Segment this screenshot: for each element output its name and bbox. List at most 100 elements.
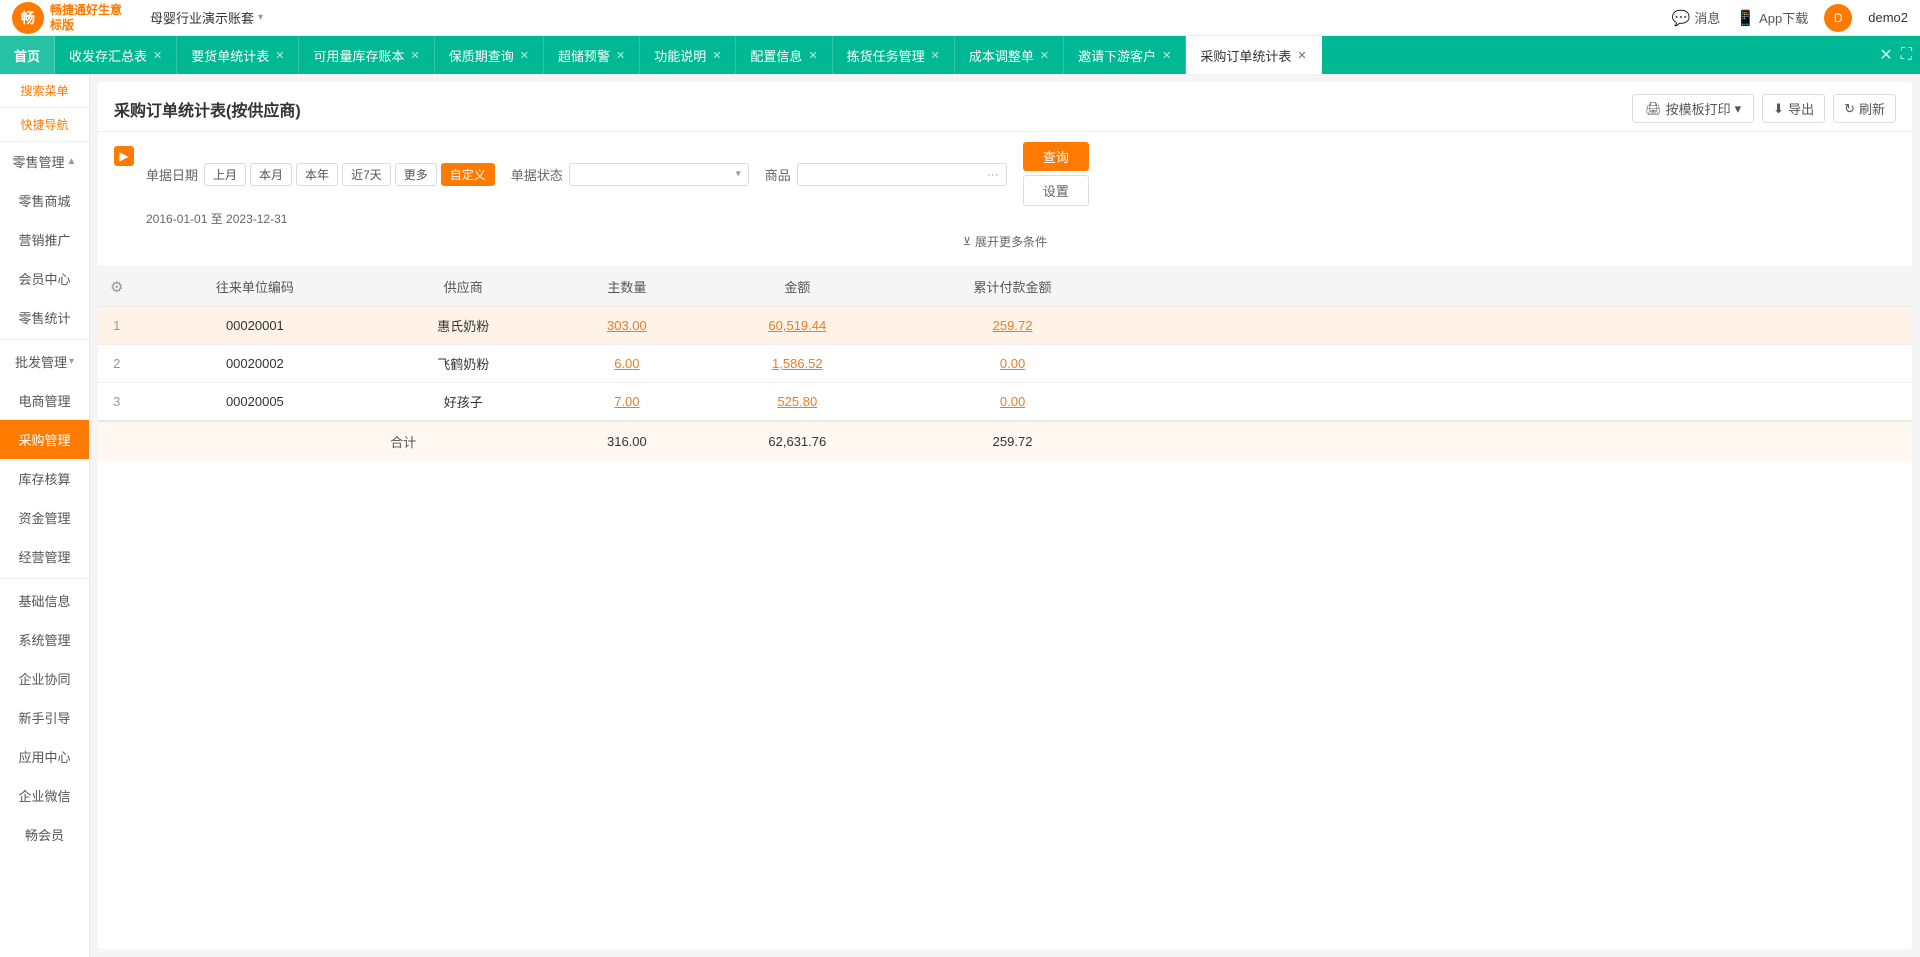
tab-warranty-query[interactable]: 保质期查询 ✕: [435, 36, 544, 74]
row-3-qty[interactable]: 7.00: [552, 383, 701, 422]
settings-button[interactable]: 设置: [1023, 175, 1089, 206]
row-2-qty[interactable]: 6.00: [552, 345, 701, 383]
row-3-amount[interactable]: 525.80: [702, 383, 894, 422]
sidebar-item-system-mgmt[interactable]: 系统管理: [0, 620, 89, 659]
query-button[interactable]: 查询: [1023, 142, 1089, 171]
row-2-amount[interactable]: 1,586.52: [702, 345, 894, 383]
tab-purchase-summary[interactable]: 采购订单统计表 ✕: [1186, 36, 1321, 74]
row-3-extra: [1132, 383, 1912, 422]
row-2-supplier: 飞鹤奶粉: [374, 345, 552, 383]
top-bar-right: 💬 消息 📱 App下载 D demo2: [1672, 4, 1908, 32]
sidebar-item-basic-info[interactable]: 基础信息: [0, 581, 89, 620]
sidebar-item-enterprise-collab[interactable]: 企业协同: [0, 659, 89, 698]
tab-available-stock-close[interactable]: ✕: [411, 49, 420, 62]
row-2-extra: [1132, 345, 1912, 383]
sidebar-item-member-center[interactable]: 会员中心: [0, 259, 89, 298]
export-button[interactable]: ⬇ 导出: [1762, 94, 1825, 123]
date-btn-custom[interactable]: 自定义: [441, 163, 495, 186]
tab-invite-downstream-close[interactable]: ✕: [1162, 49, 1171, 62]
sidebar-item-search[interactable]: 搜索菜单: [0, 74, 89, 108]
sidebar-label-retail-stats: 零售统计: [18, 311, 70, 326]
sidebar-item-retail-store[interactable]: 零售商城: [0, 181, 89, 220]
date-btn-more[interactable]: 更多: [395, 163, 437, 186]
sidebar-item-operation-mgmt[interactable]: 经营管理: [0, 537, 89, 576]
footer-settings-col: [98, 421, 135, 461]
row-1-paid[interactable]: 259.72: [893, 307, 1132, 345]
batch-mgmt-arrow-icon: ▾: [69, 356, 74, 367]
tab-available-stock[interactable]: 可用量库存账本 ✕: [299, 36, 434, 74]
goods-input[interactable]: [797, 163, 1007, 186]
sidebar-item-quick-nav[interactable]: 快捷导航: [0, 108, 89, 142]
tab-warranty-query-close[interactable]: ✕: [520, 49, 529, 62]
row-3-paid[interactable]: 0.00: [893, 383, 1132, 422]
tab-order-summary[interactable]: 要货单统计表 ✕: [177, 36, 299, 74]
sidebar-item-batch-mgmt[interactable]: 批发管理 ▾: [0, 342, 89, 381]
status-filter: 单据状态: [511, 163, 749, 186]
template-print-button[interactable]: 🖨 按模板打印 ▾: [1632, 94, 1754, 123]
tab-home[interactable]: 首页: [0, 36, 55, 74]
tab-receive-summary[interactable]: 收发存汇总表 ✕: [55, 36, 177, 74]
workspace-name: 母婴行业演示账套: [150, 8, 254, 27]
row-1-qty[interactable]: 303.00: [552, 307, 701, 345]
sidebar-item-app-center[interactable]: 应用中心: [0, 737, 89, 776]
tab-pick-task-close[interactable]: ✕: [931, 49, 940, 62]
sidebar-label-retail-mgmt: 零售管理: [13, 152, 65, 171]
goods-input-more-icon[interactable]: ···: [987, 167, 999, 181]
tab-invite-downstream-label: 邀请下游客户: [1078, 46, 1156, 65]
row-3-supplier: 好孩子: [374, 383, 552, 422]
nav-maximize-icon[interactable]: ⛶: [1901, 46, 1912, 64]
sidebar-divider-1: [0, 339, 89, 340]
sidebar-item-retail-mgmt[interactable]: 零售管理 ▲: [0, 142, 89, 181]
table-settings-icon[interactable]: ⚙: [110, 279, 123, 296]
sidebar-item-fund-mgmt[interactable]: 资金管理: [0, 498, 89, 537]
avatar[interactable]: D: [1824, 4, 1852, 32]
row-2-paid[interactable]: 0.00: [893, 345, 1132, 383]
sidebar-item-enterprise-wechat[interactable]: 企业微信: [0, 776, 89, 815]
date-btn-this-month[interactable]: 本月: [250, 163, 292, 186]
goods-label: 商品: [765, 165, 791, 184]
filter-collapse-button[interactable]: ▶: [114, 146, 134, 166]
sidebar-item-marketing[interactable]: 营销推广: [0, 220, 89, 259]
sidebar-item-new-guide[interactable]: 新手引导: [0, 698, 89, 737]
col-amount-header: 金额: [702, 267, 894, 307]
footer-label: 合计: [374, 421, 552, 461]
tab-order-summary-close[interactable]: ✕: [275, 49, 284, 62]
page-header: 采购订单统计表(按供应商) 🖨 按模板打印 ▾ ⬇ 导出 ↻ 刷新: [98, 82, 1912, 132]
date-btn-7days[interactable]: 近7天: [342, 163, 391, 186]
col-settings-header[interactable]: ⚙: [98, 267, 135, 307]
messages-button[interactable]: 💬 消息: [1672, 8, 1721, 27]
tab-function-desc-close[interactable]: ✕: [712, 49, 721, 62]
app-download-button[interactable]: 📱 App下载: [1736, 8, 1808, 27]
sidebar-item-purchase-mgmt[interactable]: 采购管理: [0, 420, 89, 459]
status-select[interactable]: [569, 163, 749, 186]
tab-purchase-summary-close[interactable]: ✕: [1297, 49, 1306, 62]
tab-cost-adjust[interactable]: 成本调整单 ✕: [955, 36, 1064, 74]
tab-invite-downstream[interactable]: 邀请下游客户 ✕: [1064, 36, 1186, 74]
tab-overstock-warning[interactable]: 超储预警 ✕: [544, 36, 640, 74]
refresh-button[interactable]: ↻ 刷新: [1833, 94, 1896, 123]
footer-amount: 62,631.76: [702, 421, 894, 461]
tab-cost-adjust-close[interactable]: ✕: [1040, 49, 1049, 62]
tab-function-desc[interactable]: 功能说明 ✕: [640, 36, 736, 74]
nav-close-icon[interactable]: ✕: [1879, 45, 1892, 65]
sidebar-item-retail-stats[interactable]: 零售统计: [0, 298, 89, 337]
sidebar-label-vip: 畅会员: [25, 828, 64, 843]
expand-more-button[interactable]: ⊻ 展开更多条件: [114, 227, 1896, 256]
date-btn-last-month[interactable]: 上月: [204, 163, 246, 186]
date-btn-this-year[interactable]: 本年: [296, 163, 338, 186]
content-area: 采购订单统计表(按供应商) 🖨 按模板打印 ▾ ⬇ 导出 ↻ 刷新: [90, 74, 1920, 957]
tab-pick-task[interactable]: 拣货任务管理 ✕: [833, 36, 955, 74]
sidebar-item-ecommerce-mgmt[interactable]: 电商管理: [0, 381, 89, 420]
tab-receive-summary-close[interactable]: ✕: [153, 49, 162, 62]
workspace-selector[interactable]: 母婴行业演示账套 ▾: [150, 8, 263, 27]
row-1-amount[interactable]: 60,519.44: [702, 307, 894, 345]
action-buttons: 查询 设置: [1023, 142, 1089, 206]
tab-config-info[interactable]: 配置信息 ✕: [736, 36, 832, 74]
quick-nav-label: 快捷导航: [20, 118, 68, 132]
tab-overstock-warning-close[interactable]: ✕: [616, 49, 625, 62]
expand-more-label: 展开更多条件: [975, 233, 1047, 250]
sidebar-divider-2: [0, 578, 89, 579]
sidebar-item-stock-check[interactable]: 库存核算: [0, 459, 89, 498]
sidebar-item-vip[interactable]: 畅会员: [0, 815, 89, 854]
tab-config-info-close[interactable]: ✕: [808, 49, 817, 62]
